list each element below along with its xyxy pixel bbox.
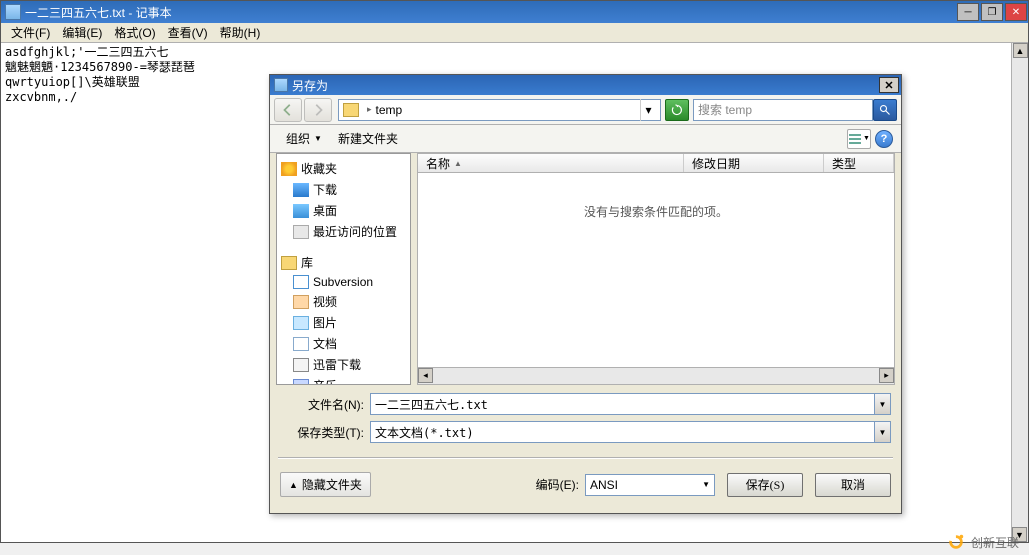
- path-dropdown-icon[interactable]: ▾: [640, 99, 656, 121]
- cancel-button[interactable]: 取消: [815, 473, 891, 497]
- menu-help[interactable]: 帮助(H): [214, 22, 267, 43]
- col-name[interactable]: 名称▲: [418, 154, 684, 172]
- watermark-logo-icon: [947, 533, 965, 551]
- music-icon: [293, 379, 309, 386]
- menu-format[interactable]: 格式(O): [108, 22, 161, 43]
- tree-videos[interactable]: 视频: [279, 291, 408, 312]
- subversion-icon: [293, 275, 309, 289]
- notepad-titlebar[interactable]: 一二三四五六七.txt - 记事本 ─ ❐ ✕: [1, 1, 1028, 23]
- download-icon: [293, 183, 309, 197]
- empty-message: 没有与搜索条件匹配的项。: [584, 203, 728, 220]
- maximize-button[interactable]: ❐: [981, 3, 1003, 21]
- filetype-label: 保存类型(T):: [280, 424, 370, 441]
- encoding-select[interactable]: ANSI ▼: [585, 474, 715, 496]
- path-breadcrumb[interactable]: ▸ temp ▾: [338, 99, 661, 121]
- separator: [278, 457, 893, 458]
- help-button[interactable]: ?: [875, 130, 893, 148]
- tree-downloads[interactable]: 下载: [279, 179, 408, 200]
- library-icon: [281, 256, 297, 270]
- dialog-notepad-icon: [274, 78, 288, 92]
- dialog-titlebar[interactable]: 另存为 ✕: [270, 75, 901, 95]
- dialog-toolbar: 组织▼ 新建文件夹 ▼ ?: [270, 125, 901, 153]
- filename-dropdown[interactable]: ▼: [875, 393, 891, 415]
- search-button[interactable]: [873, 99, 897, 121]
- notepad-vscrollbar[interactable]: ▲ ▼: [1011, 43, 1028, 542]
- notepad-title: 一二三四五六七.txt - 记事本: [25, 4, 172, 21]
- dialog-title: 另存为: [292, 77, 328, 94]
- dialog-close-button[interactable]: ✕: [879, 77, 899, 93]
- file-list-header: 名称▲ 修改日期 类型: [417, 153, 895, 173]
- tree-documents[interactable]: 文档: [279, 333, 408, 354]
- folder-tree[interactable]: 收藏夹 下载 桌面 最近访问的位置 库 Subversion 视频 图片 文档 …: [276, 153, 411, 385]
- col-type[interactable]: 类型: [824, 154, 894, 172]
- video-icon: [293, 295, 309, 309]
- chevron-up-icon: ▲: [289, 480, 298, 490]
- scroll-right-icon[interactable]: ▸: [879, 368, 894, 383]
- filetype-select[interactable]: [370, 421, 875, 443]
- chevron-down-icon: ▼: [314, 134, 322, 143]
- chevron-right-icon: ▸: [367, 104, 372, 115]
- tree-libraries[interactable]: 库: [279, 252, 408, 273]
- save-button[interactable]: 保存(S): [727, 473, 803, 497]
- tree-recent[interactable]: 最近访问的位置: [279, 221, 408, 242]
- save-fields: 文件名(N): ▼ 保存类型(T): ▼: [270, 385, 901, 451]
- view-options-button[interactable]: ▼: [847, 129, 871, 149]
- tree-subversion[interactable]: Subversion: [279, 273, 408, 291]
- scroll-left-icon[interactable]: ◂: [418, 368, 433, 383]
- organize-button[interactable]: 组织▼: [278, 127, 330, 150]
- save-as-dialog: 另存为 ✕ ▸ temp ▾ 搜索 temp 组织▼: [269, 74, 902, 514]
- encoding-label: 编码(E):: [536, 476, 579, 493]
- watermark-text: 创新互联: [971, 534, 1019, 551]
- dialog-navbar: ▸ temp ▾ 搜索 temp: [270, 95, 901, 125]
- tree-music[interactable]: 音乐: [279, 375, 408, 385]
- sort-asc-icon: ▲: [454, 159, 462, 168]
- file-list-hscrollbar[interactable]: ◂ ▸: [417, 368, 895, 385]
- nav-back-button[interactable]: [274, 98, 302, 122]
- tree-favorites[interactable]: 收藏夹: [279, 158, 408, 179]
- notepad-icon: [5, 4, 21, 20]
- menu-view[interactable]: 查看(V): [162, 22, 214, 43]
- folder-icon: [343, 103, 359, 117]
- menu-file[interactable]: 文件(F): [5, 22, 56, 43]
- dialog-footer: ▲ 隐藏文件夹 编码(E): ANSI ▼ 保存(S) 取消: [270, 464, 901, 505]
- menu-edit[interactable]: 编辑(E): [56, 22, 108, 43]
- notepad-menubar: 文件(F) 编辑(E) 格式(O) 查看(V) 帮助(H): [1, 23, 1028, 43]
- tree-xunlei[interactable]: 迅雷下载: [279, 354, 408, 375]
- refresh-button[interactable]: [665, 99, 689, 121]
- search-placeholder: 搜索 temp: [698, 101, 752, 118]
- new-folder-button[interactable]: 新建文件夹: [330, 127, 406, 150]
- recent-icon: [293, 225, 309, 239]
- filetype-dropdown[interactable]: ▼: [875, 421, 891, 443]
- scroll-up-icon[interactable]: ▲: [1013, 43, 1028, 58]
- xunlei-icon: [293, 358, 309, 372]
- star-icon: [281, 162, 297, 176]
- file-list-body[interactable]: 没有与搜索条件匹配的项。: [417, 173, 895, 368]
- filename-input[interactable]: [370, 393, 875, 415]
- desktop-icon: [293, 204, 309, 218]
- minimize-button[interactable]: ─: [957, 3, 979, 21]
- col-date[interactable]: 修改日期: [684, 154, 824, 172]
- nav-forward-button[interactable]: [304, 98, 332, 122]
- close-button[interactable]: ✕: [1005, 3, 1027, 21]
- tree-desktop[interactable]: 桌面: [279, 200, 408, 221]
- document-icon: [293, 337, 309, 351]
- tree-pictures[interactable]: 图片: [279, 312, 408, 333]
- hide-folders-button[interactable]: ▲ 隐藏文件夹: [280, 472, 371, 497]
- search-input[interactable]: 搜索 temp: [693, 99, 873, 121]
- filename-label: 文件名(N):: [280, 396, 370, 413]
- picture-icon: [293, 316, 309, 330]
- file-list-pane: 名称▲ 修改日期 类型 没有与搜索条件匹配的项。 ◂ ▸: [417, 153, 895, 385]
- watermark: 创新互联: [947, 533, 1019, 551]
- path-segment[interactable]: temp: [376, 103, 403, 117]
